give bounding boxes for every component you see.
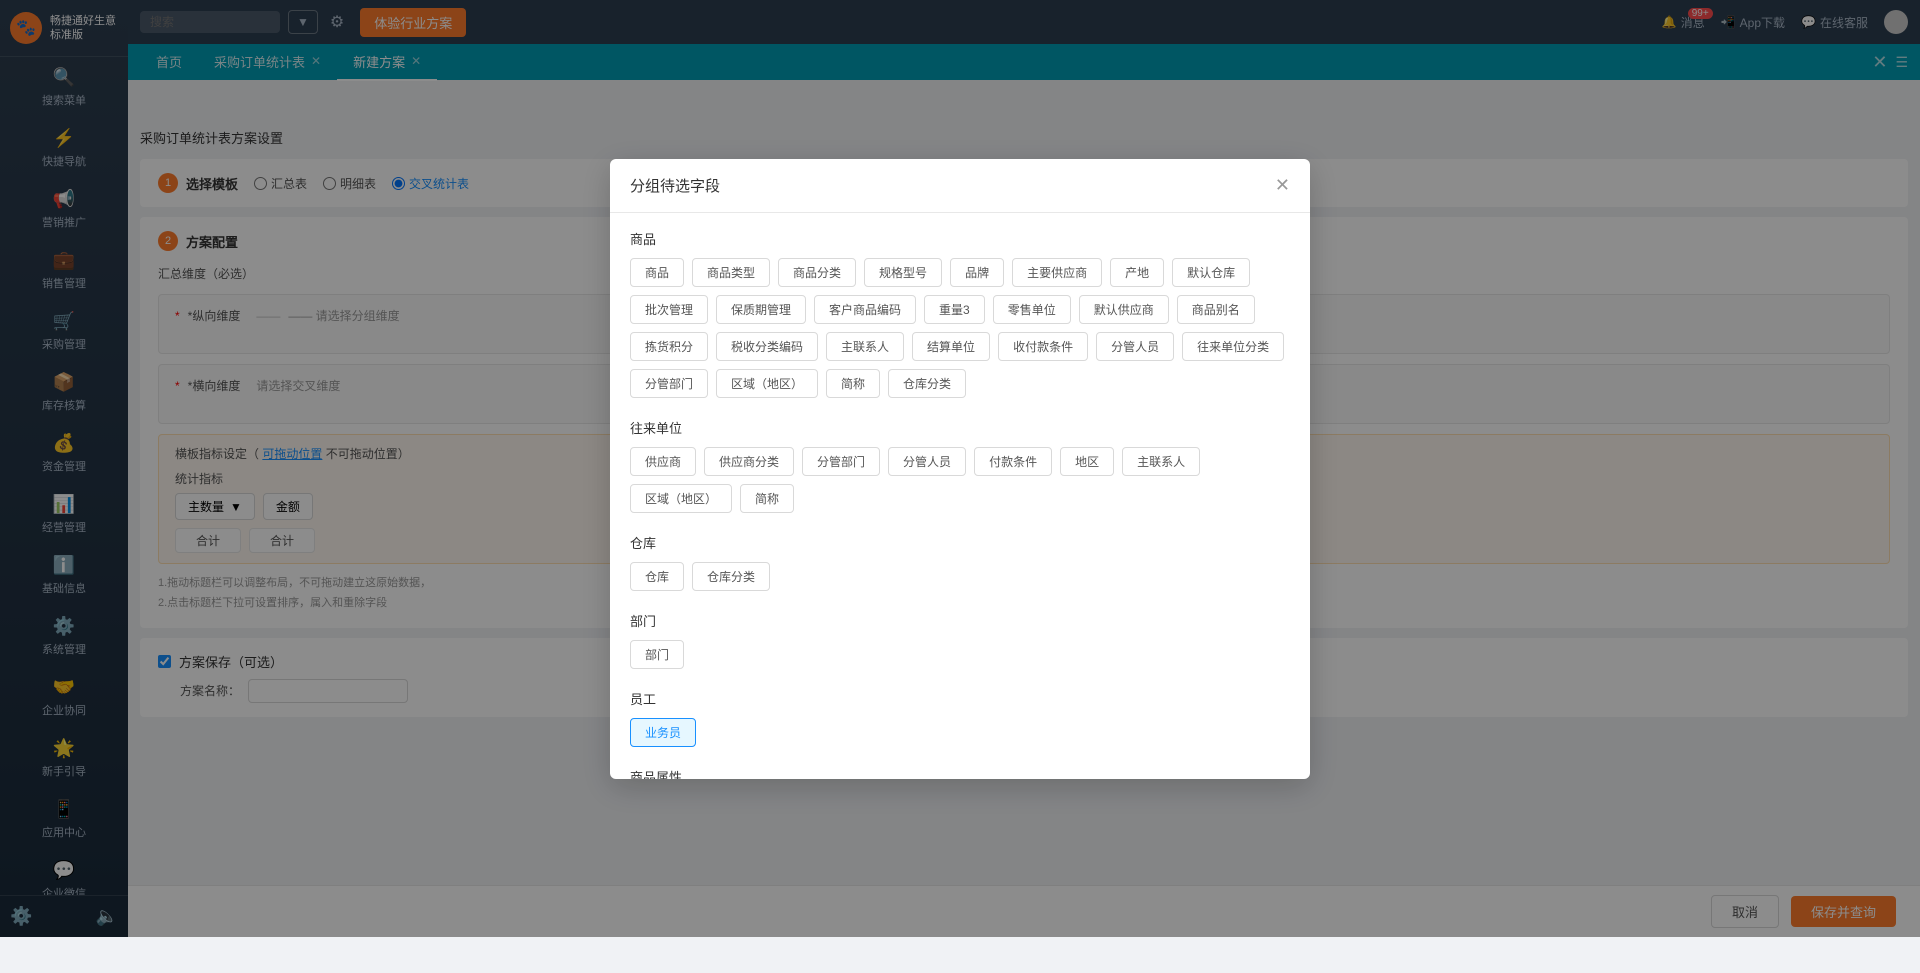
- field-tag-2-1[interactable]: 仓库分类: [692, 562, 770, 591]
- field-tag-0-25[interactable]: 仓库分类: [888, 369, 966, 398]
- field-tag-0-24[interactable]: 简称: [826, 369, 880, 398]
- section-title-4: 员工: [630, 689, 1290, 708]
- field-tags-2: 仓库仓库分类: [630, 562, 1290, 591]
- field-tag-1-5[interactable]: 地区: [1060, 447, 1114, 476]
- section-title-5: 商品属性: [630, 767, 1290, 779]
- field-tag-0-0[interactable]: 商品: [630, 258, 684, 287]
- field-section-2: 仓库仓库仓库分类: [630, 533, 1290, 591]
- section-title-0: 商品: [630, 229, 1290, 248]
- field-tag-0-19[interactable]: 收付款条件: [998, 332, 1088, 361]
- field-tags-4: 业务员: [630, 718, 1290, 747]
- field-tag-0-10[interactable]: 客户商品编码: [814, 295, 916, 324]
- field-tags-3: 部门: [630, 640, 1290, 669]
- field-tags-0: 商品商品类型商品分类规格型号品牌主要供应商产地默认仓库批次管理保质期管理客户商品…: [630, 258, 1290, 398]
- field-tag-1-6[interactable]: 主联系人: [1122, 447, 1200, 476]
- field-tags-1: 供应商供应商分类分管部门分管人员付款条件地区主联系人区域（地区） 简称: [630, 447, 1290, 513]
- section-title-2: 仓库: [630, 533, 1290, 552]
- modal-title: 分组待选字段: [630, 175, 720, 196]
- field-tag-1-8[interactable]: 简称: [740, 484, 794, 513]
- field-tag-0-5[interactable]: 主要供应商: [1012, 258, 1102, 287]
- field-tag-0-17[interactable]: 主联系人: [826, 332, 904, 361]
- field-section-5: 商品属性属性颜色多规格尺码鞋码1: [630, 767, 1290, 779]
- field-tag-0-2[interactable]: 商品分类: [778, 258, 856, 287]
- field-tag-0-23[interactable]: 区域（地区）: [716, 369, 818, 398]
- field-tag-0-15[interactable]: 拣货积分: [630, 332, 708, 361]
- field-tag-0-20[interactable]: 分管人员: [1096, 332, 1174, 361]
- field-tag-0-7[interactable]: 默认仓库: [1172, 258, 1250, 287]
- modal-body[interactable]: 商品商品商品类型商品分类规格型号品牌主要供应商产地默认仓库批次管理保质期管理客户…: [610, 213, 1310, 779]
- field-tag-2-0[interactable]: 仓库: [630, 562, 684, 591]
- field-tag-0-14[interactable]: 商品别名: [1177, 295, 1255, 324]
- modal-header: 分组待选字段 ✕: [610, 159, 1310, 213]
- field-tag-1-3[interactable]: 分管人员: [888, 447, 966, 476]
- field-section-0: 商品商品商品类型商品分类规格型号品牌主要供应商产地默认仓库批次管理保质期管理客户…: [630, 229, 1290, 398]
- modal: 分组待选字段 ✕ 商品商品商品类型商品分类规格型号品牌主要供应商产地默认仓库批次…: [610, 159, 1310, 779]
- field-tag-0-11[interactable]: 重量3: [924, 295, 985, 324]
- modal-close-button[interactable]: ✕: [1275, 176, 1290, 194]
- section-title-3: 部门: [630, 611, 1290, 630]
- field-tag-1-0[interactable]: 供应商: [630, 447, 696, 476]
- field-tag-1-7[interactable]: 区域（地区）: [630, 484, 732, 513]
- field-section-4: 员工业务员: [630, 689, 1290, 747]
- field-tag-0-6[interactable]: 产地: [1110, 258, 1164, 287]
- field-tag-4-0[interactable]: 业务员: [630, 718, 696, 747]
- field-tag-0-22[interactable]: 分管部门: [630, 369, 708, 398]
- field-tag-3-0[interactable]: 部门: [630, 640, 684, 669]
- field-tag-0-12[interactable]: 零售单位: [993, 295, 1071, 324]
- modal-overlay[interactable]: 分组待选字段 ✕ 商品商品商品类型商品分类规格型号品牌主要供应商产地默认仓库批次…: [0, 0, 1920, 937]
- field-tag-1-2[interactable]: 分管部门: [802, 447, 880, 476]
- field-section-3: 部门部门: [630, 611, 1290, 669]
- field-tag-0-4[interactable]: 品牌: [950, 258, 1004, 287]
- field-section-1: 往来单位供应商供应商分类分管部门分管人员付款条件地区主联系人区域（地区） 简称: [630, 418, 1290, 513]
- field-tag-0-1[interactable]: 商品类型: [692, 258, 770, 287]
- section-title-1: 往来单位: [630, 418, 1290, 437]
- field-tag-0-16[interactable]: 税收分类编码: [716, 332, 818, 361]
- field-tag-0-3[interactable]: 规格型号: [864, 258, 942, 287]
- field-tag-0-21[interactable]: 往来单位分类: [1182, 332, 1284, 361]
- field-tag-0-9[interactable]: 保质期管理: [716, 295, 806, 324]
- field-tag-1-1[interactable]: 供应商分类: [704, 447, 794, 476]
- field-tag-0-13[interactable]: 默认供应商: [1079, 295, 1169, 324]
- field-tag-1-4[interactable]: 付款条件: [974, 447, 1052, 476]
- field-tag-0-8[interactable]: 批次管理: [630, 295, 708, 324]
- field-tag-0-18[interactable]: 结算单位: [912, 332, 990, 361]
